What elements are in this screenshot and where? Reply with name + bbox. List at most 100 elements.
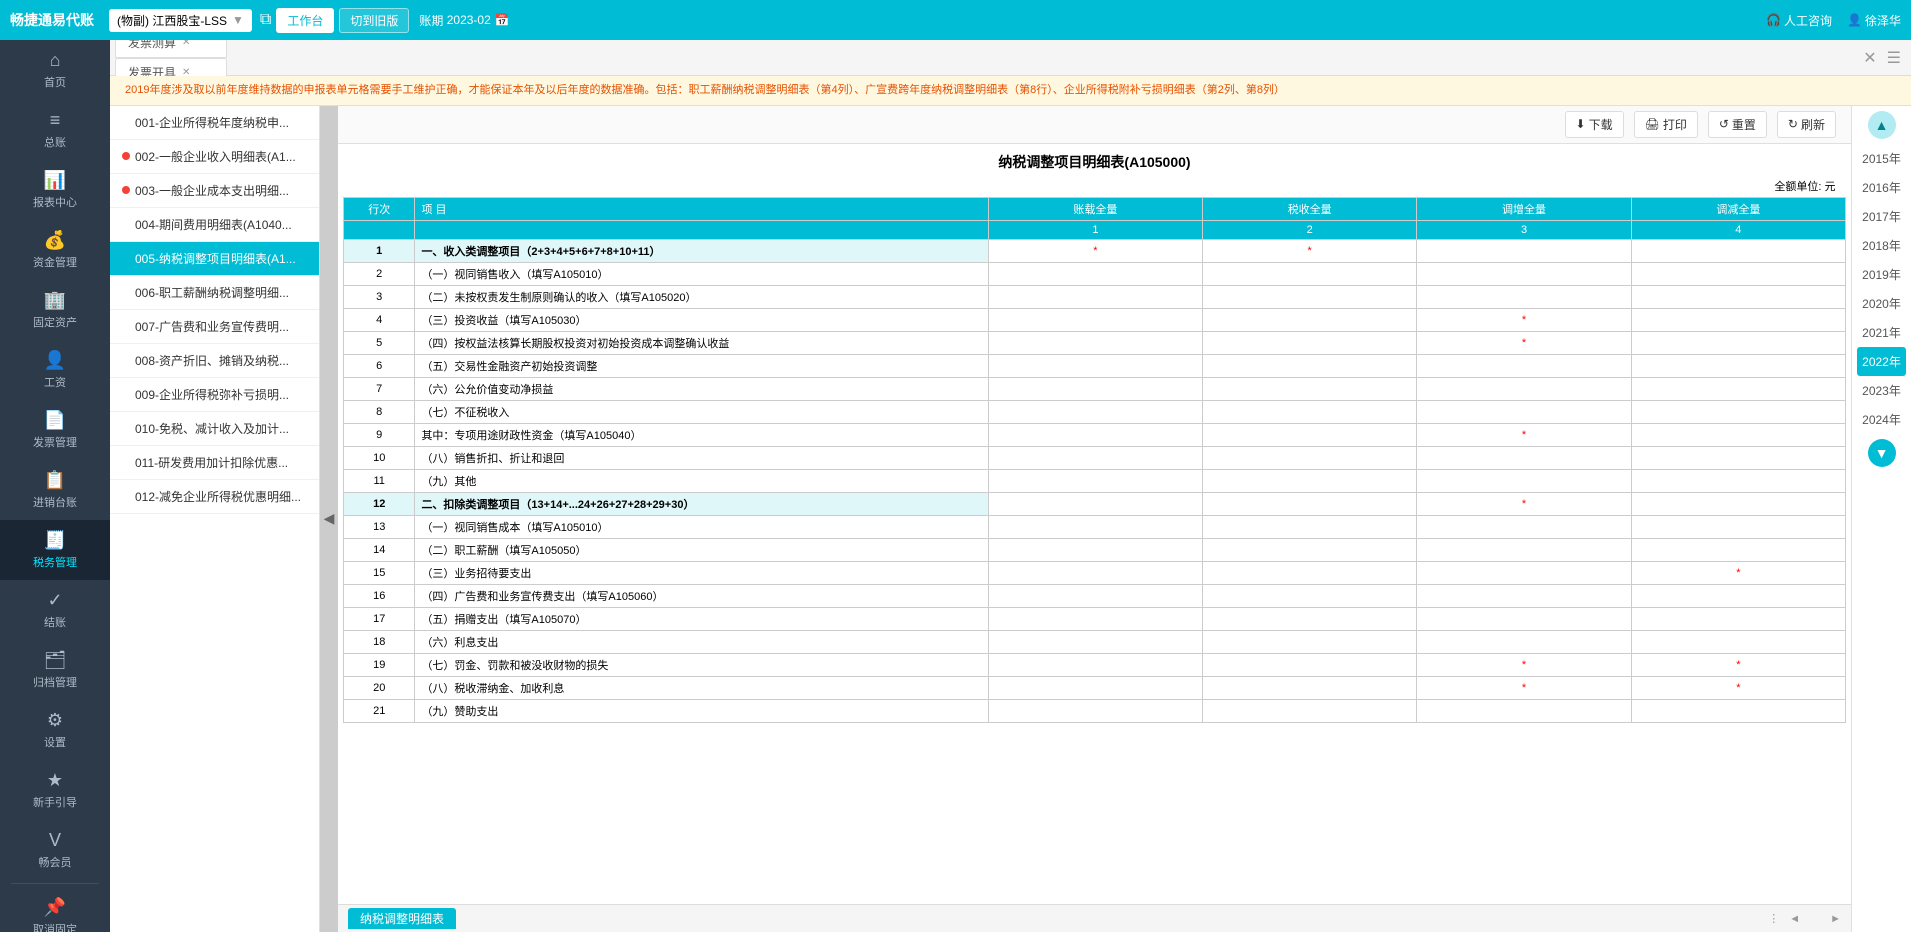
cell-c1-18[interactable] — [988, 653, 1202, 676]
cell-c1-15[interactable] — [988, 584, 1202, 607]
cell-c2-4[interactable] — [1203, 331, 1417, 354]
cell-c1-10[interactable] — [988, 469, 1202, 492]
tab-menu-button[interactable]: ☰ — [1882, 48, 1906, 68]
left-panel-item-001[interactable]: 001-企业所得税年度纳税申... — [110, 106, 319, 140]
year-item-2023年[interactable]: 2023年 — [1857, 376, 1906, 405]
cell-c2-8[interactable] — [1203, 423, 1417, 446]
cell-c4-9[interactable] — [1631, 446, 1845, 469]
left-panel-item-009[interactable]: 009-企业所得税弥补亏损明... — [110, 378, 319, 412]
sidebar-item-guide[interactable]: ★新手引导 — [0, 760, 110, 820]
sidebar-item-sales-ledger[interactable]: 📋进销台账 — [0, 460, 110, 520]
cell-c3-2[interactable] — [1417, 285, 1631, 308]
cell-c2-7[interactable] — [1203, 400, 1417, 423]
cell-c1-20[interactable] — [988, 699, 1202, 722]
human-service-button[interactable]: 🎧 人工咨询 — [1766, 12, 1832, 29]
cell-c3-20[interactable] — [1417, 699, 1631, 722]
cell-c3-19[interactable]: * — [1417, 676, 1631, 699]
sidebar-item-archive[interactable]: 🗂归档管理 — [0, 640, 110, 700]
cell-c3-16[interactable] — [1417, 607, 1631, 630]
left-panel-item-011[interactable]: 011-研发费用加计扣除优惠... — [110, 446, 319, 480]
sidebar-item-tax-mgmt[interactable]: 🧾税务管理 — [0, 520, 110, 580]
cell-c4-5[interactable] — [1631, 354, 1845, 377]
cell-c1-13[interactable] — [988, 538, 1202, 561]
cell-c1-16[interactable] — [988, 607, 1202, 630]
cell-c3-1[interactable] — [1417, 262, 1631, 285]
cell-c4-0[interactable] — [1631, 239, 1845, 262]
cell-c4-3[interactable] — [1631, 308, 1845, 331]
cell-c3-10[interactable] — [1417, 469, 1631, 492]
cell-c2-13[interactable] — [1203, 538, 1417, 561]
sidebar-item-settlement[interactable]: ✓结账 — [0, 580, 110, 640]
left-panel-item-008[interactable]: 008-资产折旧、摊销及纳税... — [110, 344, 319, 378]
cell-c3-9[interactable] — [1417, 446, 1631, 469]
cell-c3-6[interactable] — [1417, 377, 1631, 400]
sidebar-item-home[interactable]: ⌂首页 — [0, 40, 110, 100]
cell-c4-13[interactable] — [1631, 538, 1845, 561]
cell-c1-2[interactable] — [988, 285, 1202, 308]
year-item-2016年[interactable]: 2016年 — [1857, 173, 1906, 202]
cell-c2-16[interactable] — [1203, 607, 1417, 630]
year-down-button[interactable]: ▼ — [1868, 439, 1896, 467]
print-button[interactable]: 🖨 打印 — [1634, 111, 1698, 138]
user-avatar[interactable]: 👤 徐泽华 — [1847, 12, 1901, 29]
cell-c2-11[interactable] — [1203, 492, 1417, 515]
refresh-button[interactable]: ↻ 刷新 — [1777, 111, 1836, 138]
cell-c2-12[interactable] — [1203, 515, 1417, 538]
cell-c1-1[interactable] — [988, 262, 1202, 285]
cell-c4-14[interactable]: * — [1631, 561, 1845, 584]
sidebar-item-fixed-asset[interactable]: 🏢固定资产 — [0, 280, 110, 340]
cell-c1-9[interactable] — [988, 446, 1202, 469]
cell-c1-4[interactable] — [988, 331, 1202, 354]
cell-c1-11[interactable] — [988, 492, 1202, 515]
cell-c2-2[interactable] — [1203, 285, 1417, 308]
cell-c4-18[interactable]: * — [1631, 653, 1845, 676]
sidebar-item-member[interactable]: V畅会员 — [0, 820, 110, 880]
cell-c2-3[interactable] — [1203, 308, 1417, 331]
cell-c2-1[interactable] — [1203, 262, 1417, 285]
cell-c1-19[interactable] — [988, 676, 1202, 699]
cell-c2-18[interactable] — [1203, 653, 1417, 676]
cell-c4-6[interactable] — [1631, 377, 1845, 400]
cell-c4-15[interactable] — [1631, 584, 1845, 607]
year-item-2021年[interactable]: 2021年 — [1857, 318, 1906, 347]
year-item-2022年[interactable]: 2022年 — [1857, 347, 1906, 376]
cell-c4-1[interactable] — [1631, 262, 1845, 285]
year-item-2020年[interactable]: 2020年 — [1857, 289, 1906, 318]
left-panel-item-004[interactable]: 004-期间费用明细表(A1040... — [110, 208, 319, 242]
cell-c2-6[interactable] — [1203, 377, 1417, 400]
cell-c4-7[interactable] — [1631, 400, 1845, 423]
cell-c3-0[interactable] — [1417, 239, 1631, 262]
year-item-2024年[interactable]: 2024年 — [1857, 405, 1906, 434]
reset-button[interactable]: ↺ 重置 — [1708, 111, 1767, 138]
cell-c1-6[interactable] — [988, 377, 1202, 400]
cell-c4-17[interactable] — [1631, 630, 1845, 653]
year-up-button[interactable]: ▲ — [1868, 111, 1896, 139]
left-panel-item-012[interactable]: 012-减免企业所得税优惠明细... — [110, 480, 319, 514]
tab-close-4[interactable]: ✕ — [182, 40, 190, 48]
cell-c3-12[interactable] — [1417, 515, 1631, 538]
cell-c3-11[interactable]: * — [1417, 492, 1631, 515]
cell-c3-5[interactable] — [1417, 354, 1631, 377]
cell-c4-20[interactable] — [1631, 699, 1845, 722]
pin-toggle[interactable]: 📌 取消固定 — [0, 887, 110, 932]
cell-c3-8[interactable]: * — [1417, 423, 1631, 446]
table-container[interactable]: 纳税调整项目明细表(A105000) 全额单位: 元 — [338, 144, 1851, 905]
cell-c1-14[interactable] — [988, 561, 1202, 584]
cell-c4-11[interactable] — [1631, 492, 1845, 515]
cell-c4-8[interactable] — [1631, 423, 1845, 446]
cell-c3-13[interactable] — [1417, 538, 1631, 561]
sidebar-item-asset-mgmt[interactable]: 💰资金管理 — [0, 220, 110, 280]
cell-c3-18[interactable]: * — [1417, 653, 1631, 676]
collapse-button[interactable]: ◀ — [320, 106, 338, 932]
cell-c2-20[interactable] — [1203, 699, 1417, 722]
cell-c2-5[interactable] — [1203, 354, 1417, 377]
left-panel-item-005[interactable]: 005-纳税调整项目明细表(A1... — [110, 242, 319, 276]
cell-c2-9[interactable] — [1203, 446, 1417, 469]
sidebar-item-report[interactable]: 📊报表中心 — [0, 160, 110, 220]
cell-c4-19[interactable]: * — [1631, 676, 1845, 699]
cell-c1-8[interactable] — [988, 423, 1202, 446]
scroll-right-icon[interactable]: ► — [1830, 913, 1841, 925]
cell-c3-14[interactable] — [1417, 561, 1631, 584]
cell-c2-10[interactable] — [1203, 469, 1417, 492]
sidebar-item-settings[interactable]: ⚙设置 — [0, 700, 110, 760]
